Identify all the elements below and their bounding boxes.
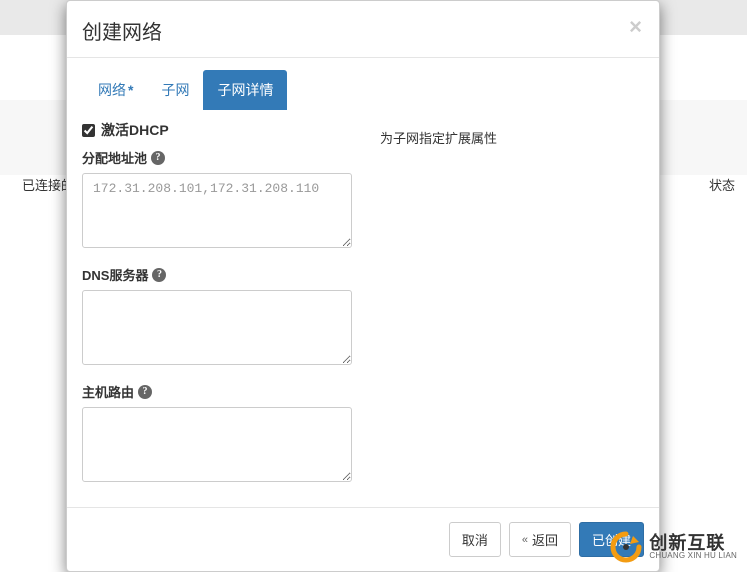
tab-subnet-label: 子网 — [161, 82, 189, 98]
tab-subnet-details-label: 子网详情 — [217, 82, 273, 98]
dns-servers-label: DNS服务器 — [82, 265, 148, 284]
brand-logo: 创新互联 CHUANG XIN HU LIAN — [609, 530, 737, 564]
close-icon[interactable]: × — [627, 16, 644, 38]
required-asterisk-icon: * — [126, 82, 133, 98]
modal-body: 网络* 子网 子网详情 激活DHCP 分配地址池 ? — [67, 58, 659, 507]
host-routes-label: 主机路由 — [82, 382, 134, 401]
help-icon[interactable]: ? — [138, 385, 152, 399]
help-icon[interactable]: ? — [152, 268, 166, 282]
bg-label-right: 状态 — [709, 175, 735, 194]
tab-network-label: 网络 — [98, 82, 126, 98]
back-button[interactable]: « 返回 — [509, 522, 571, 557]
allocation-pool-label: 分配地址池 — [82, 148, 147, 167]
enable-dhcp-input[interactable] — [82, 124, 95, 137]
back-button-label: 返回 — [532, 530, 558, 549]
allocation-pool-textarea[interactable] — [82, 173, 352, 248]
help-icon[interactable]: ? — [151, 151, 165, 165]
logo-en-text: CHUANG XIN HU LIAN — [649, 552, 737, 560]
dns-servers-textarea[interactable] — [82, 290, 352, 365]
host-routes-textarea[interactable] — [82, 407, 352, 482]
enable-dhcp-label: 激活DHCP — [101, 120, 169, 140]
cancel-button[interactable]: 取消 — [449, 522, 501, 557]
modal-footer: 取消 « 返回 已创建 — [67, 507, 659, 571]
logo-cn-text: 创新互联 — [649, 534, 737, 552]
logo-mark-icon — [609, 530, 643, 564]
modal-header: 创建网络 × — [67, 1, 659, 58]
help-text: 为子网指定扩展属性 — [380, 131, 497, 146]
modal-title: 创建网络 — [82, 16, 627, 45]
tab-subnet[interactable]: 子网 — [147, 70, 203, 110]
tab-subnet-details[interactable]: 子网详情 — [203, 70, 287, 110]
chevron-left-icon: « — [522, 534, 532, 546]
tab-network[interactable]: 网络* — [84, 70, 147, 110]
wizard-tabs: 网络* 子网 子网详情 — [82, 70, 644, 120]
enable-dhcp-checkbox[interactable]: 激活DHCP — [82, 120, 372, 140]
create-network-modal: 创建网络 × 网络* 子网 子网详情 激活DHCP 分配 — [66, 0, 660, 572]
